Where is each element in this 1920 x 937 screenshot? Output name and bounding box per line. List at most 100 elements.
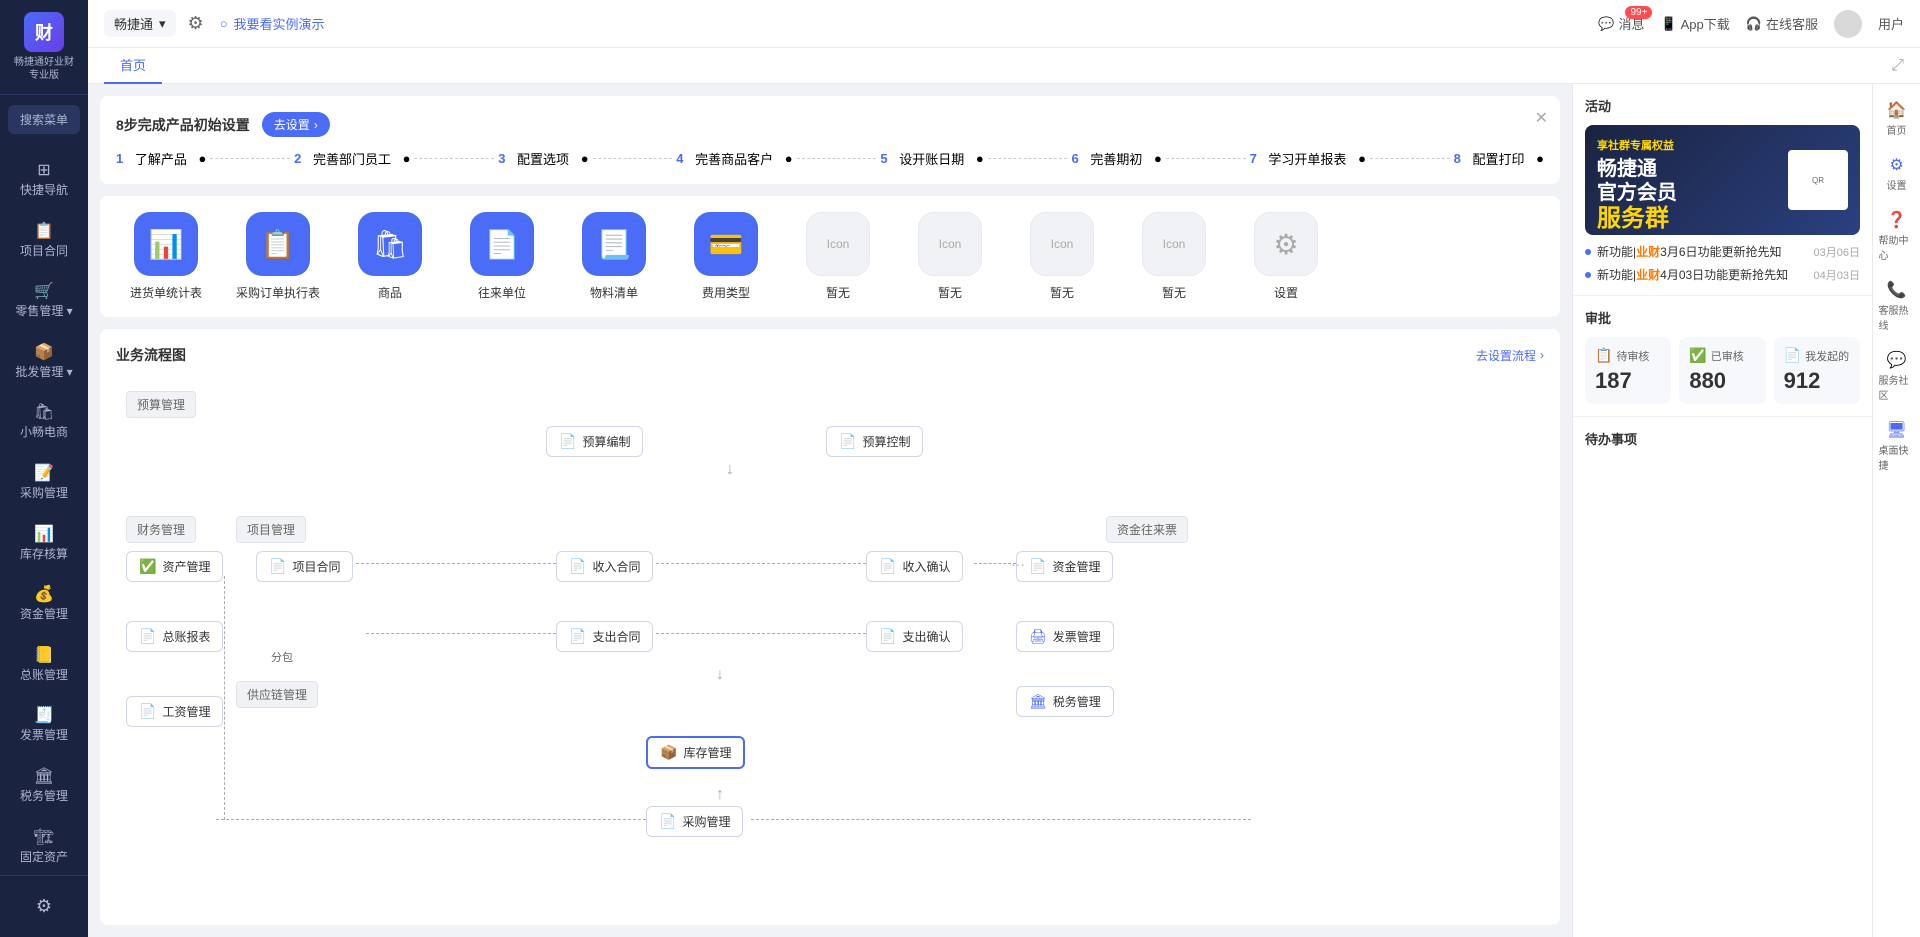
quick-icon-10[interactable]: ⚙ 设置	[1236, 212, 1336, 301]
online-service-button[interactable]: 🎧 在线客服	[1746, 14, 1818, 33]
node-income-confirm[interactable]: 📄 收入确认	[866, 551, 963, 582]
sidebar-item-11[interactable]: 🏗 固定资产	[6, 817, 82, 875]
sidebar-item-label-5: 采购管理	[20, 486, 68, 502]
right-quick-item-2[interactable]: ❓ 帮助中心	[1875, 202, 1919, 270]
arrow-budget-down: ↓	[726, 461, 734, 479]
node-budget-control[interactable]: 📄 预算控制	[826, 426, 923, 457]
right-quick-item-0[interactable]: 🏠 首页	[1875, 92, 1919, 145]
topbar-right: 💬 消息 99+ 📱 App下载 🎧 在线客服 用户	[1598, 10, 1904, 38]
quick-icon-0[interactable]: 📊 进货单统计表	[116, 212, 216, 301]
node-tax[interactable]: 🏛 税务管理	[1016, 686, 1114, 717]
arrow-purchase-up: ↑	[716, 786, 724, 804]
quick-icon-label-8: 暂无	[1050, 284, 1074, 301]
quick-icon-8[interactable]: Icon 暂无	[1012, 212, 1112, 301]
quick-icon-label-10: 设置	[1274, 284, 1298, 301]
company-selector[interactable]: 畅捷通	[104, 10, 176, 37]
node-asset[interactable]: ✅ 资产管理	[126, 551, 223, 582]
flow-settings-link[interactable]: 去设置流程 ›	[1476, 347, 1544, 364]
quick-icon-box-7: Icon	[918, 212, 982, 276]
approval-card-icon-0: 📋	[1595, 347, 1612, 364]
quick-icon-9[interactable]: Icon 暂无	[1124, 212, 1224, 301]
node-capital-mgmt[interactable]: 📄 资金管理	[1016, 551, 1113, 582]
content-area: 8步完成产品初始设置 去设置 › 1 了解产品 ●2 完善部门员工 ●3 配置选…	[88, 84, 1920, 937]
node-invoice-mgmt[interactable]: 🖨 发票管理	[1016, 621, 1114, 652]
approval-card-num-2: 912	[1784, 368, 1850, 394]
sidebar-item-7[interactable]: 💰 资金管理	[6, 574, 82, 633]
right-quick-item-5[interactable]: 🖥 桌面快捷	[1875, 412, 1919, 480]
sidebar-item-icon-10: 🏛	[34, 766, 54, 786]
sidebar-item-icon-1: 📋	[34, 221, 54, 241]
nav-tabs: 首页 ⤢	[88, 48, 1920, 84]
section-supply: 供应链管理	[236, 681, 318, 708]
flow-section: 业务流程图 去设置流程 › 预算管理 财务管理 项目管理 供应链管理 资金往来票	[100, 329, 1560, 925]
tab-expand-icon[interactable]: ⤢	[1891, 57, 1904, 75]
search-menu-button[interactable]: 搜索菜单	[8, 105, 80, 134]
setup-step-line-5	[1166, 158, 1246, 159]
messages-button[interactable]: 💬 消息 99+	[1598, 14, 1644, 33]
sidebar-item-5[interactable]: 📝 采购管理	[6, 453, 82, 512]
sidebar-item-icon-7: 💰	[34, 584, 54, 604]
quick-icon-5[interactable]: 💳 费用类型	[676, 212, 776, 301]
inventory-icon: 📦	[660, 744, 677, 761]
quick-icon-7[interactable]: Icon 暂无	[900, 212, 1000, 301]
quick-icon-2[interactable]: 🛍 商品	[340, 212, 440, 301]
sidebar-item-6[interactable]: 📊 库存核算	[6, 514, 82, 573]
app-download-button[interactable]: 📱 App下载	[1660, 14, 1729, 33]
quick-icon-6[interactable]: Icon 暂无	[788, 212, 888, 301]
right-quick-icon-5: 🖥	[1886, 420, 1906, 440]
quick-icon-1[interactable]: 📋 采购订单执行表	[228, 212, 328, 301]
flow-header: 业务流程图 去设置流程 ›	[116, 345, 1544, 365]
demo-link[interactable]: ○ 我要看实例演示	[220, 14, 325, 33]
approval-card-1[interactable]: ✅ 已审核 880	[1679, 337, 1765, 404]
setup-title: 8步完成产品初始设置 去设置 ›	[116, 112, 1544, 137]
invoice-mgmt-icon: 🖨	[1029, 628, 1047, 645]
node-purchase[interactable]: 📄 采购管理	[646, 806, 743, 837]
approval-card-0[interactable]: 📋 待审核 187	[1585, 337, 1671, 404]
approval-card-label-0: 📋 待审核	[1595, 347, 1661, 364]
sidebar-item-label-9: 发票管理	[20, 728, 68, 744]
activity-banner[interactable]: 享社群专属权益 畅捷通 官方会员 服务群 专属通道 QR	[1585, 125, 1860, 235]
arrow-supply-down: ↓	[716, 666, 724, 684]
tab-home[interactable]: 首页	[104, 48, 162, 84]
logo-text: 畅捷通好业财 专业版	[14, 56, 74, 82]
node-ledger[interactable]: 📄 总账报表	[126, 621, 223, 652]
setup-close-button[interactable]: ✕	[1535, 108, 1548, 128]
node-expense-contract[interactable]: 📄 支出合同	[556, 621, 653, 652]
topbar-settings-icon[interactable]: ⚙	[188, 13, 204, 34]
quick-icon-3[interactable]: 📄 往来单位	[452, 212, 552, 301]
sidebar-item-label-11: 固定资产	[20, 850, 68, 866]
quick-icon-4[interactable]: 📃 物料清单	[564, 212, 664, 301]
node-project-contract[interactable]: 📄 项目合同	[256, 551, 353, 582]
right-sidebar: 活动 享社群专属权益 畅捷通 官方会员 服务群 专属通道 QR	[1572, 84, 1872, 937]
quick-icon-label-3: 往来单位	[478, 284, 526, 301]
sidebar-item-9[interactable]: 🧾 发票管理	[6, 695, 82, 754]
sidebar-item-1[interactable]: 📋 项目合同	[6, 211, 82, 270]
setup-go-button[interactable]: 去设置 ›	[262, 112, 330, 137]
node-salary[interactable]: 📄 工资管理	[126, 696, 223, 727]
right-quick-item-3[interactable]: 📞 客服热线	[1875, 272, 1919, 340]
sidebar-item-4[interactable]: 🛍 小畅电商	[6, 392, 82, 451]
sidebar-item-8[interactable]: 📒 总账管理	[6, 635, 82, 694]
ledger-icon: 📄	[139, 628, 156, 645]
right-quick-item-1[interactable]: ⚙ 设置	[1875, 147, 1919, 200]
banner-line3: 服务群	[1597, 205, 1677, 234]
sidebar-item-icon-4: 🛍	[34, 402, 54, 422]
approval-card-2[interactable]: 📄 我发起的 912	[1774, 337, 1860, 404]
flow-settings-arrow-icon: ›	[1540, 348, 1544, 362]
user-avatar[interactable]	[1834, 10, 1862, 38]
news-item-1[interactable]: 新功能|业财4月03日功能更新抢先知 04月03日	[1585, 266, 1860, 283]
sidebar-item-0[interactable]: ⊞ 快捷导航	[6, 150, 82, 209]
right-quick-item-4[interactable]: 💬 服务社区	[1875, 342, 1919, 410]
sidebar-item-2[interactable]: 🛒 零售管理 ▾	[6, 271, 82, 330]
sidebar-item-10[interactable]: 🏛 税务管理	[6, 756, 82, 815]
news-item-0[interactable]: 新功能|业财3月6日功能更新抢先知 03月06日	[1585, 243, 1860, 260]
node-income-contract[interactable]: 📄 收入合同	[556, 551, 653, 582]
node-budget-compile[interactable]: 📄 预算编制	[546, 426, 643, 457]
node-inventory[interactable]: 📦 库存管理	[646, 736, 745, 769]
quick-icon-box-1: 📋	[246, 212, 310, 276]
right-quick-icon-3: 📞	[1887, 280, 1907, 300]
sidebar-item-3[interactable]: 📦 批发管理 ▾	[6, 332, 82, 391]
sidebar-settings-icon[interactable]: ⚙	[28, 888, 60, 925]
sidebar-search[interactable]: 搜索菜单	[0, 95, 88, 144]
node-expense-confirm[interactable]: 📄 支出确认	[866, 621, 963, 652]
